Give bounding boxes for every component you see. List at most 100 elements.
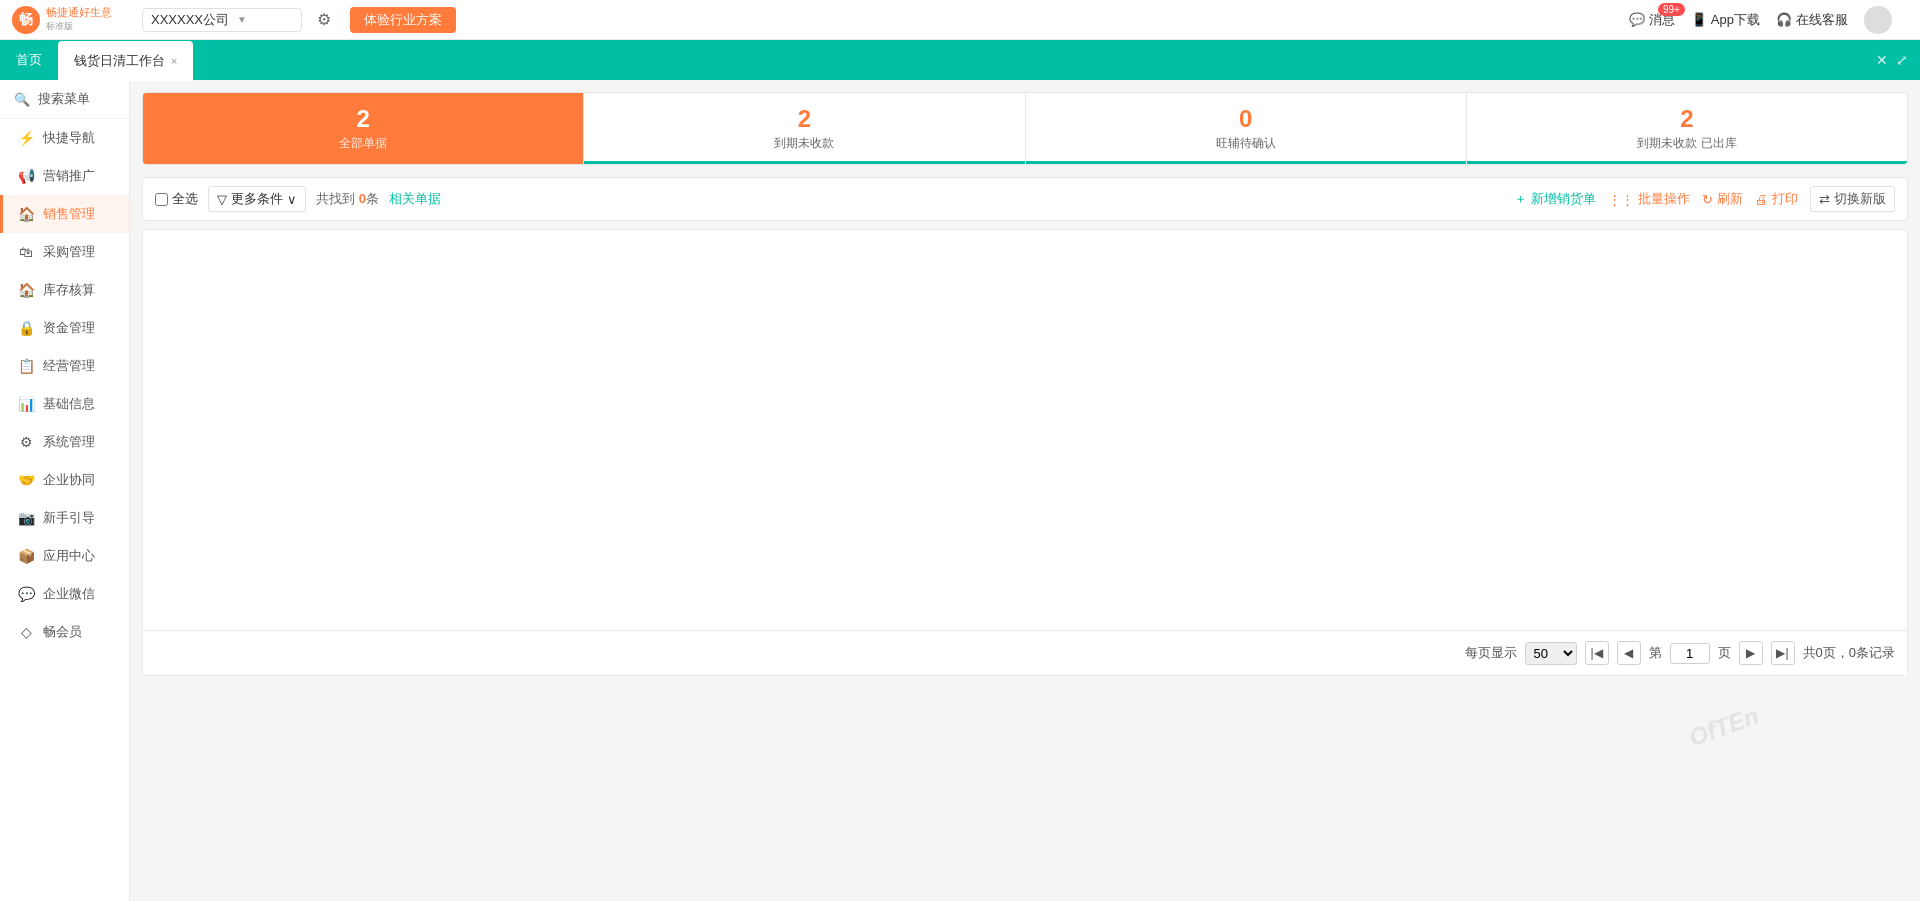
page-unit: 页 <box>1718 644 1731 662</box>
tab-home[interactable]: 首页 <box>0 40 58 80</box>
sidebar-item-inventory[interactable]: 🏠 库存核算 <box>0 271 129 309</box>
print-icon: 🖨 <box>1755 192 1768 207</box>
pagination-bar: 每页显示 50 100 200 |◀ ◀ 第 页 ▶ ▶| 共0页，0条记录 <box>143 630 1907 675</box>
refresh-button[interactable]: ↻ 刷新 <box>1702 190 1743 208</box>
next-page-button[interactable]: ▶ <box>1739 641 1763 665</box>
sidebar-item-system[interactable]: ⚙ 系统管理 <box>0 423 129 461</box>
sidebar-item-sales[interactable]: 🏠 销售管理 <box>0 195 129 233</box>
batch-operation-button[interactable]: ⋮⋮ 批量操作 <box>1608 190 1690 208</box>
prev-page-button[interactable]: ◀ <box>1617 641 1641 665</box>
stat-number-shipped: 2 <box>1483 105 1891 133</box>
sidebar-item-wechat[interactable]: 💬 企业微信 <box>0 575 129 613</box>
stat-number-all: 2 <box>159 105 567 133</box>
switch-version-button[interactable]: ⇄ 切换新版 <box>1810 186 1895 212</box>
sidebar-item-label: 营销推广 <box>43 167 95 185</box>
tab-home-label: 首页 <box>16 51 42 69</box>
stat-tab-shipped[interactable]: 2 到期未收款 已出库 <box>1467 93 1907 164</box>
enterprise-icon: 🤝 <box>17 472 35 488</box>
sidebar-item-basic-info[interactable]: 📊 基础信息 <box>0 385 129 423</box>
app-download-button[interactable]: 📱 App下载 <box>1691 11 1760 29</box>
main-content: 2 全部单据 2 到期未收款 0 旺辅待确认 2 到期未收款 已出库 <box>130 80 1920 901</box>
sales-icon: 🏠 <box>17 206 35 222</box>
stats-bar: 2 全部单据 2 到期未收款 0 旺辅待确认 2 到期未收款 已出库 <box>142 92 1908 165</box>
batch-btn-label: 批量操作 <box>1638 190 1690 208</box>
sidebar-item-label: 企业微信 <box>43 585 95 603</box>
page-number-input[interactable] <box>1670 643 1710 664</box>
tab-expand-icon[interactable]: ⤢ <box>1896 52 1908 68</box>
sidebar-item-label: 应用中心 <box>43 547 95 565</box>
filter-button[interactable]: ▽ 更多条件 ∨ <box>208 186 306 212</box>
page-label: 第 <box>1649 644 1662 662</box>
sidebar-item-app-center[interactable]: 📦 应用中心 <box>0 537 129 575</box>
quick-nav-icon: ⚡ <box>17 130 35 146</box>
table-body-empty <box>143 230 1907 630</box>
add-btn-label: 新增销货单 <box>1531 190 1596 208</box>
stat-tab-all[interactable]: 2 全部单据 <box>143 93 584 164</box>
per-page-label: 每页显示 <box>1465 644 1517 662</box>
sidebar-item-member[interactable]: ◇ 畅会员 <box>0 613 129 651</box>
refresh-icon: ↻ <box>1702 192 1713 207</box>
trial-button[interactable]: 体验行业方案 <box>350 7 456 33</box>
filter-icon: ▽ <box>217 192 227 207</box>
sidebar-item-finance[interactable]: 🔒 资金管理 <box>0 309 129 347</box>
avatar[interactable] <box>1864 6 1892 34</box>
logo-text-block: 畅捷通好生意 标准版 <box>46 6 112 32</box>
per-page-select[interactable]: 50 100 200 <box>1525 642 1577 665</box>
toolbar: 全选 ▽ 更多条件 ∨ 共找到 0条 相关单据 ＋ 新增销货单 ⋮⋮ <box>142 177 1908 221</box>
search-menu-item[interactable]: 🔍 搜索菜单 <box>0 80 129 119</box>
service-icon: 🎧 <box>1776 12 1792 27</box>
logo-area: 畅 畅捷通好生意 标准版 <box>12 6 142 34</box>
tab-workbench[interactable]: 钱货日清工作台 × <box>58 41 193 81</box>
logo-icon: 畅 <box>12 6 40 34</box>
sidebar-item-enterprise[interactable]: 🤝 企业协同 <box>0 461 129 499</box>
toolbar-left: 全选 ▽ 更多条件 ∨ 共找到 0条 相关单据 <box>155 186 1502 212</box>
sidebar-item-label: 畅会员 <box>43 623 82 641</box>
add-sales-order-button[interactable]: ＋ 新增销货单 <box>1514 190 1596 208</box>
sidebar-item-label: 新手引导 <box>43 509 95 527</box>
sidebar-item-operations[interactable]: 📋 经营管理 <box>0 347 129 385</box>
tab-close-icon[interactable]: × <box>171 55 177 67</box>
sidebar-item-marketing[interactable]: 📢 营销推广 <box>0 157 129 195</box>
select-all-label[interactable]: 全选 <box>155 190 198 208</box>
last-page-button[interactable]: ▶| <box>1771 641 1795 665</box>
app-label: App下载 <box>1711 11 1760 29</box>
member-icon: ◇ <box>17 624 35 640</box>
stat-number-overdue: 2 <box>600 105 1008 133</box>
stat-tab-overdue[interactable]: 2 到期未收款 <box>584 93 1025 164</box>
sidebar-item-label: 系统管理 <box>43 433 95 451</box>
message-button[interactable]: 💬 消息 99+ <box>1629 11 1675 29</box>
related-orders-link[interactable]: 相关单据 <box>389 190 441 208</box>
purchase-icon: 🛍 <box>17 244 35 260</box>
print-button[interactable]: 🖨 打印 <box>1755 190 1798 208</box>
tab-close-window-icon[interactable]: ✕ <box>1876 52 1888 68</box>
sidebar-item-guide[interactable]: 📷 新手引导 <box>0 499 129 537</box>
online-service-button[interactable]: 🎧 在线客服 <box>1776 11 1848 29</box>
finance-icon: 🔒 <box>17 320 35 336</box>
sidebar-item-label: 经营管理 <box>43 357 95 375</box>
stat-tab-wangpu[interactable]: 0 旺辅待确认 <box>1026 93 1467 164</box>
switch-icon: ⇄ <box>1819 192 1830 207</box>
stat-label-wangpu: 旺辅待确认 <box>1042 135 1450 152</box>
layout: 🔍 搜索菜单 ⚡ 快捷导航 📢 营销推广 🏠 销售管理 🛍 采购管理 🏠 库存核… <box>0 80 1920 901</box>
settings-icon[interactable]: ⚙ <box>310 6 338 34</box>
tab-bar: 首页 钱货日清工作台 × ✕ ⤢ <box>0 40 1920 80</box>
sidebar-item-purchase[interactable]: 🛍 采购管理 <box>0 233 129 271</box>
company-selector[interactable]: XXXXXX公司 ▼ <box>142 8 302 32</box>
add-icon: ＋ <box>1514 190 1527 208</box>
select-all-checkbox[interactable] <box>155 193 168 206</box>
sidebar-item-label: 企业协同 <box>43 471 95 489</box>
first-page-button[interactable]: |◀ <box>1585 641 1609 665</box>
chevron-down-icon: ▼ <box>237 14 247 25</box>
marketing-icon: 📢 <box>17 168 35 184</box>
stat-label-all: 全部单据 <box>159 135 567 152</box>
search-icon: 🔍 <box>14 92 30 107</box>
sidebar-item-label: 库存核算 <box>43 281 95 299</box>
header-right: 💬 消息 99+ 📱 App下载 🎧 在线客服 <box>1629 6 1908 34</box>
sidebar-item-label: 资金管理 <box>43 319 95 337</box>
sidebar-item-quick-nav[interactable]: ⚡ 快捷导航 <box>0 119 129 157</box>
message-icon: 💬 <box>1629 12 1645 27</box>
search-menu-label: 搜索菜单 <box>38 90 90 108</box>
message-badge: 99+ <box>1658 3 1685 16</box>
stat-number-wangpu: 0 <box>1042 105 1450 133</box>
tab-workbench-label: 钱货日清工作台 <box>74 52 165 70</box>
